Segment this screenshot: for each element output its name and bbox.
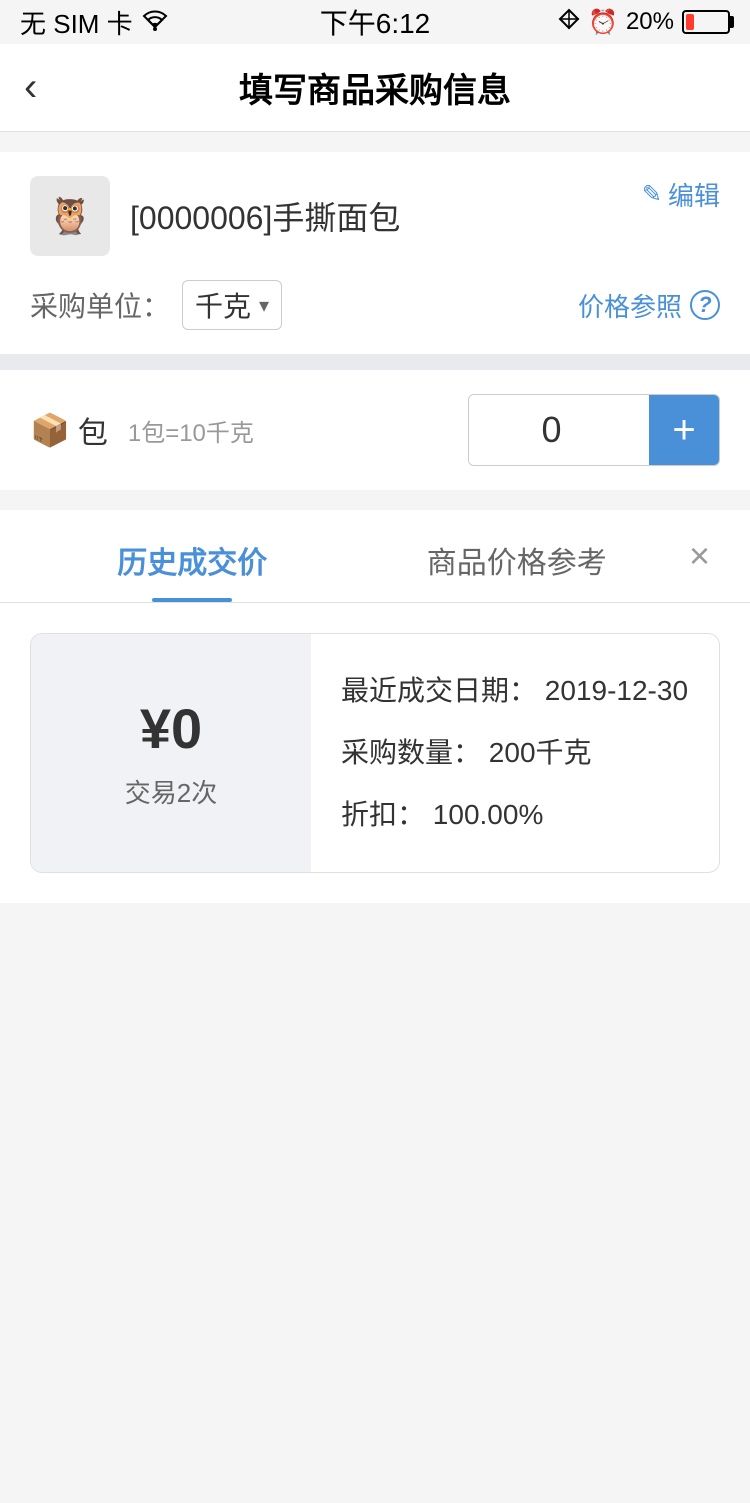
close-tab-button[interactable]: × xyxy=(679,518,720,594)
purchase-qty-label: 采购数量： xyxy=(341,737,481,768)
product-logo-icon: 🦉 xyxy=(48,195,93,237)
alarm-icon: ⏰ xyxy=(588,8,618,37)
tab-history-label: 历史成交价 xyxy=(117,547,267,580)
edit-icon: ✎ xyxy=(642,180,662,209)
recent-date-value: 2019-12-30 xyxy=(545,675,688,706)
tab-history-price[interactable]: 历史成交价 xyxy=(30,510,354,602)
edit-button[interactable]: ✎ 编辑 xyxy=(642,176,720,213)
product-thumbnail: 🦉 xyxy=(30,176,110,256)
unit-selector[interactable]: 千克 ▾ xyxy=(182,280,282,330)
quantity-row: 📦 包 1包=10千克 + xyxy=(0,370,750,490)
trade-count: 交易2次 xyxy=(125,773,217,810)
back-button[interactable]: ‹ xyxy=(24,65,37,110)
section-divider xyxy=(0,354,750,370)
close-icon: × xyxy=(689,538,710,574)
unit-left: 采购单位： 千克 ▾ xyxy=(30,280,282,330)
battery-percent: 20% xyxy=(626,8,674,36)
trade-details: 最近成交日期： 2019-12-30 采购数量： 200千克 折扣： 100.0… xyxy=(311,634,719,872)
location-icon xyxy=(558,8,580,37)
tabs-header: 历史成交价 商品价格参考 × xyxy=(0,510,750,603)
discount-row: 折扣： 100.00% xyxy=(341,794,689,836)
product-unit-row: 采购单位： 千克 ▾ 价格参照 ? xyxy=(30,280,720,330)
discount-label: 折扣： xyxy=(341,799,425,830)
purchase-qty-row: 采购数量： 200千克 xyxy=(341,732,689,774)
price-ref-label: 价格参照 xyxy=(578,287,682,324)
tab-price-ref[interactable]: 商品价格参考 xyxy=(354,510,678,602)
pack-ratio: 1包=10千克 xyxy=(128,413,254,448)
product-header: 🦉 [0000006]手撕面包 ✎ 编辑 xyxy=(30,176,720,256)
unit-label: 采购单位： xyxy=(30,285,170,325)
edit-label: 编辑 xyxy=(668,176,720,213)
status-carrier: 无 SIM 卡 xyxy=(20,4,169,41)
battery-icon xyxy=(682,10,730,34)
product-section: 🦉 [0000006]手撕面包 ✎ 编辑 采购单位： 千克 ▾ 价格参照 ? xyxy=(0,152,750,354)
recent-date-label: 最近成交日期： xyxy=(341,675,537,706)
status-right: ⏰ 20% xyxy=(558,8,730,37)
tabs-section: 历史成交价 商品价格参考 × ¥0 交易2次 最近成交日期： 2019-12-3… xyxy=(0,510,750,903)
trade-card: ¥0 交易2次 最近成交日期： 2019-12-30 采购数量： 200千克 折… xyxy=(30,633,720,873)
help-text: ? xyxy=(698,292,711,318)
purchase-qty-value: 200千克 xyxy=(489,737,592,768)
product-info-left: 🦉 [0000006]手撕面包 xyxy=(30,176,400,256)
carrier-text: 无 SIM 卡 xyxy=(20,4,133,41)
trade-content: ¥0 交易2次 最近成交日期： 2019-12-30 采购数量： 200千克 折… xyxy=(0,603,750,903)
unit-value: 千克 xyxy=(195,285,251,325)
chevron-down-icon: ▾ xyxy=(259,293,269,318)
tab-active-indicator xyxy=(152,598,232,602)
pack-label: 包 xyxy=(78,408,108,452)
bottom-area xyxy=(0,903,750,1503)
trade-price: ¥0 xyxy=(140,696,202,761)
trade-summary: ¥0 交易2次 xyxy=(31,634,311,872)
status-time: 下午6:12 xyxy=(320,2,431,42)
price-ref-button[interactable]: 价格参照 ? xyxy=(578,287,720,324)
wifi-icon xyxy=(141,7,169,38)
pack-unit-label: 📦 包 xyxy=(30,408,108,452)
discount-value: 100.00% xyxy=(433,799,544,830)
pack-icon: 📦 xyxy=(30,411,70,449)
plus-icon: + xyxy=(672,408,695,453)
quantity-input-group: + xyxy=(468,394,720,466)
page-title: 填写商品采购信息 xyxy=(239,63,511,112)
quantity-plus-button[interactable]: + xyxy=(649,395,719,465)
tab-price-ref-label: 商品价格参考 xyxy=(427,547,607,580)
back-icon: ‹ xyxy=(24,65,37,110)
product-name: [0000006]手撕面包 xyxy=(130,193,400,239)
nav-bar: ‹ 填写商品采购信息 xyxy=(0,44,750,132)
quantity-input[interactable] xyxy=(469,395,649,465)
help-icon: ? xyxy=(690,290,720,320)
recent-date-row: 最近成交日期： 2019-12-30 xyxy=(341,670,689,712)
status-bar: 无 SIM 卡 下午6:12 ⏰ 20% xyxy=(0,0,750,44)
